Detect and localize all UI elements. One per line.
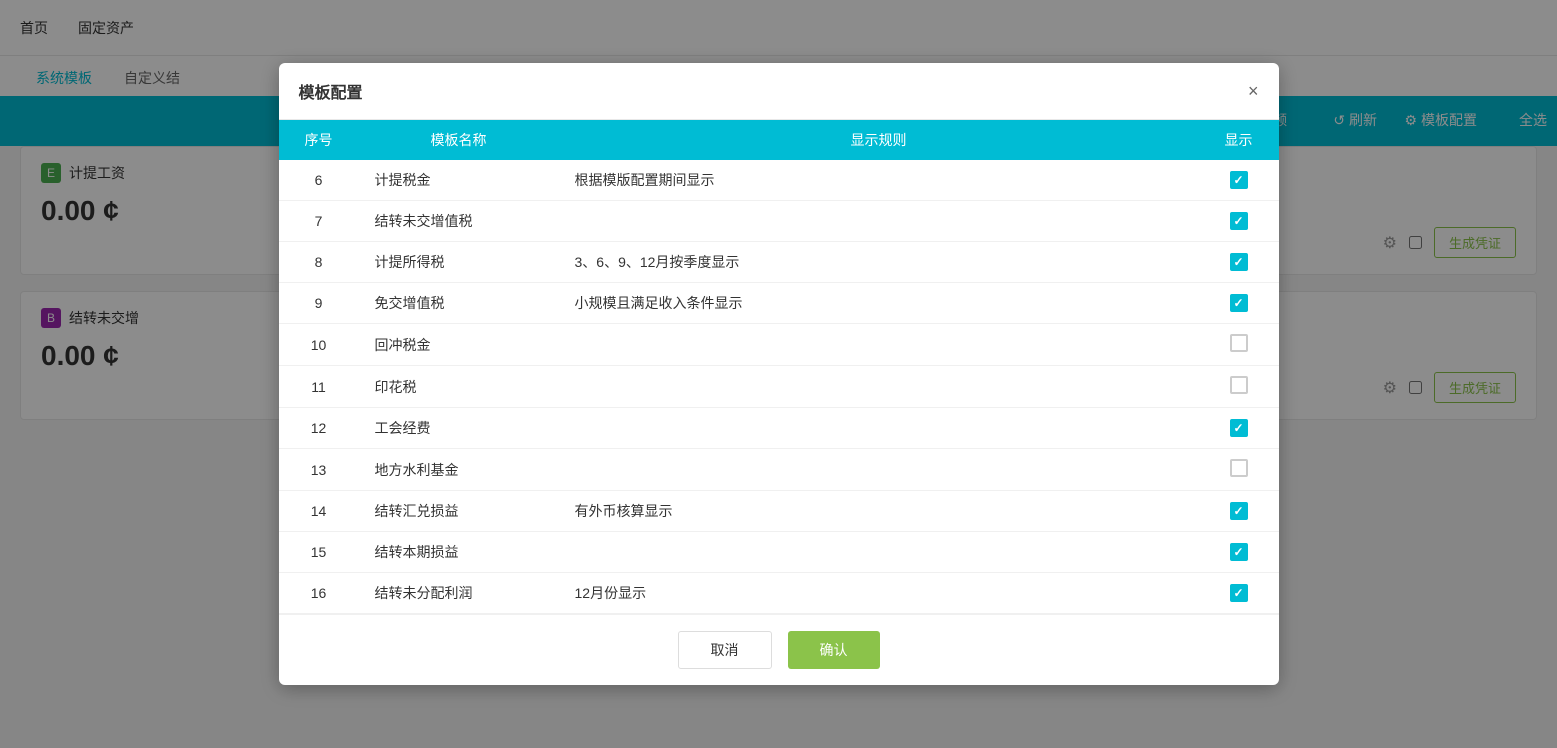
table-row: 11印花税 [279, 366, 1279, 408]
cell-checkbox[interactable] [1199, 324, 1279, 366]
cell-seq: 16 [279, 573, 359, 614]
cell-seq: 7 [279, 201, 359, 242]
cell-checkbox[interactable] [1199, 160, 1279, 201]
cell-rule: 12月份显示 [559, 573, 1199, 614]
cell-name: 免交增值税 [359, 283, 559, 324]
cell-checkbox[interactable] [1199, 573, 1279, 614]
modal-header: 模板配置 × [279, 63, 1279, 120]
config-table: 序号 模板名称 显示规则 显示 6计提税金根据模版配置期间显示7结转未交增值税8… [279, 120, 1279, 614]
cell-rule [559, 201, 1199, 242]
cell-checkbox[interactable] [1199, 283, 1279, 324]
cancel-button[interactable]: 取消 [678, 631, 772, 669]
modal-body: 序号 模板名称 显示规则 显示 6计提税金根据模版配置期间显示7结转未交增值税8… [279, 120, 1279, 614]
col-rule: 显示规则 [559, 120, 1199, 160]
cell-seq: 11 [279, 366, 359, 408]
cell-seq: 14 [279, 491, 359, 532]
cell-rule [559, 408, 1199, 449]
cell-rule [559, 532, 1199, 573]
col-seq: 序号 [279, 120, 359, 160]
col-display: 显示 [1199, 120, 1279, 160]
checkbox-8[interactable] [1230, 253, 1248, 271]
cell-name: 结转汇兑损益 [359, 491, 559, 532]
cell-seq: 6 [279, 160, 359, 201]
table-row: 9免交增值税小规模且满足收入条件显示 [279, 283, 1279, 324]
checkbox-9[interactable] [1230, 294, 1248, 312]
cell-rule: 根据模版配置期间显示 [559, 160, 1199, 201]
cell-name: 结转未分配利润 [359, 573, 559, 614]
table-row: 15结转本期损益 [279, 532, 1279, 573]
cell-rule [559, 449, 1199, 491]
col-name: 模板名称 [359, 120, 559, 160]
table-row: 8计提所得税3、6、9、12月按季度显示 [279, 242, 1279, 283]
checkbox-12[interactable] [1230, 419, 1248, 437]
table-row: 14结转汇兑损益有外币核算显示 [279, 491, 1279, 532]
cell-name: 计提所得税 [359, 242, 559, 283]
cell-rule: 小规模且满足收入条件显示 [559, 283, 1199, 324]
checkbox-13[interactable] [1230, 459, 1248, 477]
cell-checkbox[interactable] [1199, 532, 1279, 573]
checkbox-10[interactable] [1230, 334, 1248, 352]
cell-rule [559, 324, 1199, 366]
cell-seq: 12 [279, 408, 359, 449]
cell-checkbox[interactable] [1199, 366, 1279, 408]
checkbox-7[interactable] [1230, 212, 1248, 230]
checkbox-14[interactable] [1230, 502, 1248, 520]
checkbox-15[interactable] [1230, 543, 1248, 561]
table-header-row: 序号 模板名称 显示规则 显示 [279, 120, 1279, 160]
cell-name: 印花税 [359, 366, 559, 408]
cell-rule: 有外币核算显示 [559, 491, 1199, 532]
cell-name: 计提税金 [359, 160, 559, 201]
cell-name: 回冲税金 [359, 324, 559, 366]
table-row: 10回冲税金 [279, 324, 1279, 366]
cell-name: 地方水利基金 [359, 449, 559, 491]
modal-close-button[interactable]: × [1248, 82, 1259, 100]
confirm-button[interactable]: 确认 [788, 631, 880, 669]
template-config-modal: 模板配置 × 序号 模板名称 显示规则 显示 6计提税金根据模版配置期间显示7结… [279, 63, 1279, 685]
cell-seq: 10 [279, 324, 359, 366]
table-row: 7结转未交增值税 [279, 201, 1279, 242]
cell-checkbox[interactable] [1199, 242, 1279, 283]
cell-rule: 3、6、9、12月按季度显示 [559, 242, 1199, 283]
cell-name: 结转本期损益 [359, 532, 559, 573]
cell-seq: 8 [279, 242, 359, 283]
cell-checkbox[interactable] [1199, 408, 1279, 449]
cell-name: 结转未交增值税 [359, 201, 559, 242]
modal-title: 模板配置 [299, 79, 363, 103]
cell-seq: 9 [279, 283, 359, 324]
checkbox-16[interactable] [1230, 584, 1248, 602]
cell-checkbox[interactable] [1199, 491, 1279, 532]
table-row: 16结转未分配利润12月份显示 [279, 573, 1279, 614]
modal-footer: 取消 确认 [279, 614, 1279, 685]
cell-name: 工会经费 [359, 408, 559, 449]
checkbox-6[interactable] [1230, 171, 1248, 189]
cell-seq: 15 [279, 532, 359, 573]
cell-checkbox[interactable] [1199, 449, 1279, 491]
checkbox-11[interactable] [1230, 376, 1248, 394]
table-row: 12工会经费 [279, 408, 1279, 449]
table-row: 13地方水利基金 [279, 449, 1279, 491]
cell-rule [559, 366, 1199, 408]
cell-seq: 13 [279, 449, 359, 491]
table-row: 6计提税金根据模版配置期间显示 [279, 160, 1279, 201]
cell-checkbox[interactable] [1199, 201, 1279, 242]
table-body: 6计提税金根据模版配置期间显示7结转未交增值税8计提所得税3、6、9、12月按季… [279, 160, 1279, 614]
